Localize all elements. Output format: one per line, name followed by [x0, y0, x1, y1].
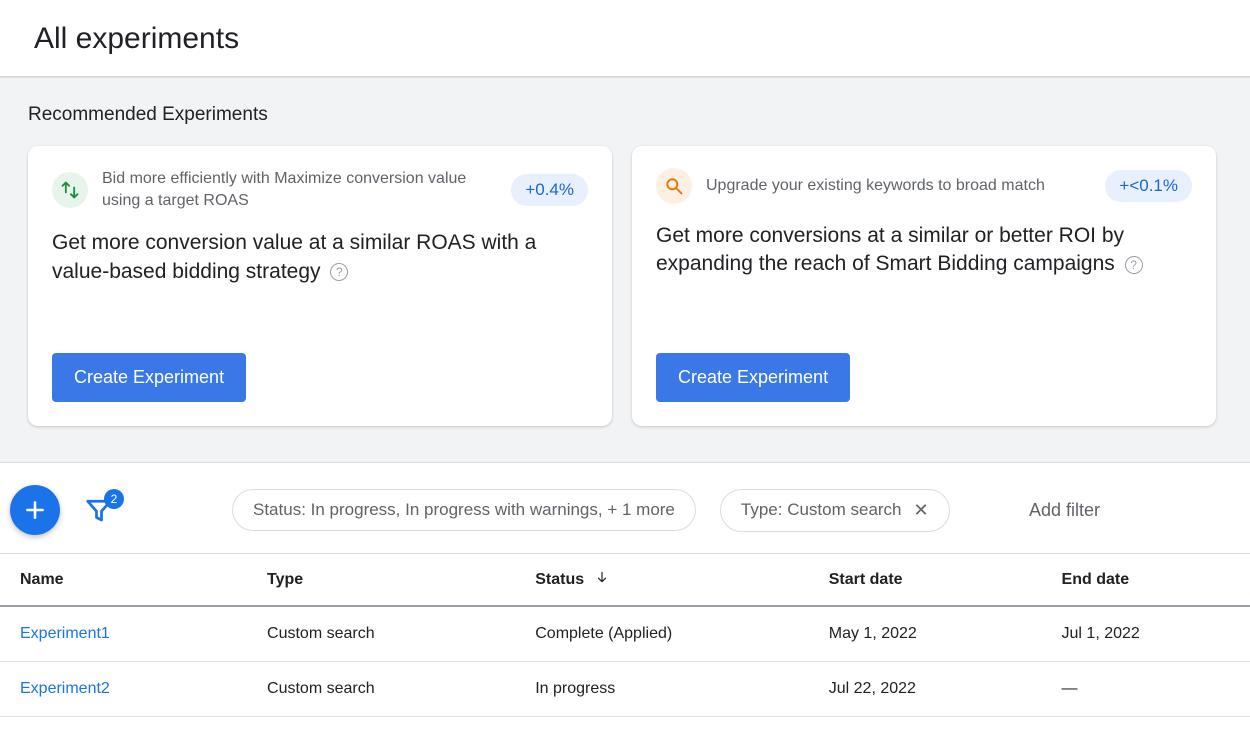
search-icon [656, 168, 692, 204]
add-experiment-button[interactable] [10, 485, 60, 535]
col-name[interactable]: Name [0, 554, 253, 607]
create-experiment-button[interactable]: Create Experiment [52, 353, 246, 402]
filter-chip-type-label: Type: Custom search [741, 500, 902, 520]
experiments-table: Name Type Status Start date End date Exp… [0, 553, 1250, 717]
table-toolbar: 2 Status: In progress, In progress with … [0, 462, 1250, 553]
experiment-status: Complete (Applied) [521, 606, 815, 662]
experiment-start: Jul 22, 2022 [815, 662, 1048, 717]
help-icon[interactable]: ? [1125, 256, 1143, 274]
filter-chip-type[interactable]: Type: Custom search ✕ [720, 489, 950, 532]
swap-vert-icon [52, 172, 88, 208]
create-experiment-button[interactable]: Create Experiment [656, 353, 850, 402]
filter-chip-status-label: Status: In progress, In progress with wa… [253, 500, 675, 520]
col-end[interactable]: End date [1048, 554, 1250, 607]
experiment-name-link[interactable]: Experiment1 [0, 606, 253, 662]
recommended-cards: Bid more efficiently with Maximize conve… [28, 146, 1222, 426]
card-header: Bid more efficiently with Maximize conve… [52, 168, 588, 211]
recommended-section: Recommended Experiments Bid more efficie… [0, 77, 1250, 462]
col-status[interactable]: Status [521, 554, 815, 607]
col-start[interactable]: Start date [815, 554, 1048, 607]
arrow-down-icon [595, 570, 609, 589]
uplift-badge: +0.4% [511, 174, 588, 206]
experiment-name-link[interactable]: Experiment2 [0, 662, 253, 717]
card-description: Get more conversion value at a similar R… [52, 229, 588, 286]
help-icon[interactable]: ? [330, 263, 348, 281]
table-row: Experiment2 Custom search In progress Ju… [0, 662, 1250, 717]
recommended-heading: Recommended Experiments [28, 104, 1222, 126]
filter-button[interactable]: 2 [84, 495, 114, 525]
table-row: Experiment1 Custom search Complete (Appl… [0, 606, 1250, 662]
plus-icon [22, 497, 48, 523]
card-subtitle: Bid more efficiently with Maximize conve… [102, 168, 497, 211]
uplift-badge: +<0.1% [1105, 170, 1192, 202]
experiment-end: Jul 1, 2022 [1048, 606, 1250, 662]
page-title: All experiments [0, 0, 1250, 76]
recommendation-card: Bid more efficiently with Maximize conve… [28, 146, 612, 426]
col-type[interactable]: Type [253, 554, 521, 607]
experiment-type: Custom search [253, 662, 521, 717]
card-description-text: Get more conversions at a similar or bet… [656, 224, 1124, 275]
card-description: Get more conversions at a similar or bet… [656, 222, 1192, 279]
card-subtitle: Upgrade your existing keywords to broad … [706, 175, 1091, 197]
experiment-type: Custom search [253, 606, 521, 662]
experiment-status: In progress [521, 662, 815, 717]
filter-chip-status[interactable]: Status: In progress, In progress with wa… [232, 489, 696, 531]
add-filter-button[interactable]: Add filter [1029, 500, 1100, 521]
filter-count-badge: 2 [104, 489, 124, 509]
experiment-start: May 1, 2022 [815, 606, 1048, 662]
recommendation-card: Upgrade your existing keywords to broad … [632, 146, 1216, 426]
experiment-end: — [1048, 662, 1250, 717]
col-status-label: Status [535, 571, 584, 588]
card-header: Upgrade your existing keywords to broad … [656, 168, 1192, 204]
card-description-text: Get more conversion value at a similar R… [52, 231, 536, 282]
close-icon[interactable]: ✕ [914, 500, 929, 521]
